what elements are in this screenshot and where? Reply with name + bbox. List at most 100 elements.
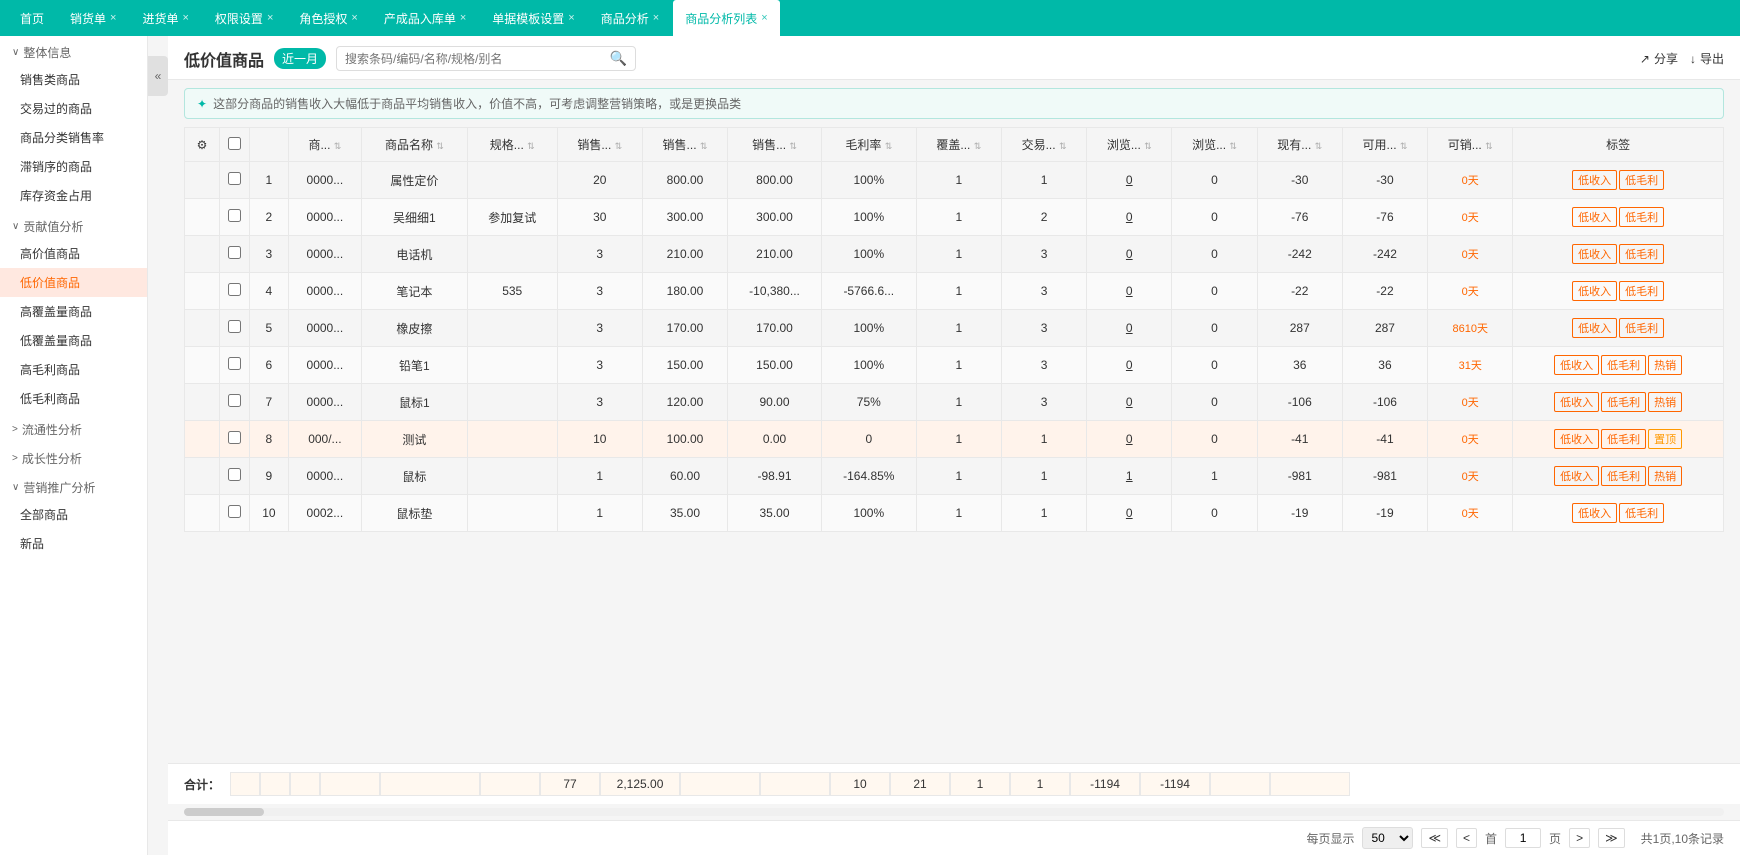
nav-close-purchase[interactable]: ×	[182, 12, 188, 24]
cell-spec	[467, 162, 557, 199]
col-sale-profit[interactable]: 销售... ⇅	[728, 128, 822, 162]
per-page-select[interactable]: 50 100 200	[1362, 827, 1413, 849]
row-checkbox[interactable]	[228, 505, 241, 518]
col-saleable[interactable]: 可销... ⇅	[1428, 128, 1513, 162]
cell-browse1[interactable]: 0	[1087, 384, 1172, 421]
col-spec[interactable]: 规格... ⇅	[467, 128, 557, 162]
nav-close-product[interactable]: ×	[460, 12, 466, 24]
select-all-checkbox[interactable]	[228, 137, 241, 150]
sidebar-group-growth[interactable]: > 成长性分析	[0, 442, 147, 471]
sidebar-item-new-goods[interactable]: 新品	[0, 529, 147, 558]
sidebar-item-sales-goods[interactable]: 销售类商品	[0, 65, 147, 94]
nav-role-auth[interactable]: 角色授权 ×	[287, 0, 369, 36]
col-setting[interactable]: ⚙	[185, 128, 220, 162]
cell-browse1[interactable]: 1	[1087, 458, 1172, 495]
row-checkbox[interactable]	[228, 394, 241, 407]
sidebar-collapse-btn[interactable]: «	[148, 56, 168, 96]
cell-browse1[interactable]: 0	[1087, 162, 1172, 199]
nav-home[interactable]: 首页	[8, 0, 56, 36]
col-coverage[interactable]: 覆盖... ⇅	[916, 128, 1001, 162]
cell-browse1[interactable]: 0	[1087, 236, 1172, 273]
row-checkbox[interactable]	[228, 283, 241, 296]
sidebar-group-circulation[interactable]: > 流通性分析	[0, 413, 147, 442]
cell-browse1[interactable]: 0	[1087, 347, 1172, 384]
search-input[interactable]	[345, 52, 606, 66]
col-current-stock[interactable]: 现有... ⇅	[1257, 128, 1342, 162]
nav-sales-order[interactable]: 销货单 ×	[58, 0, 128, 36]
browse1-link[interactable]: 0	[1126, 432, 1133, 446]
browse1-link[interactable]: 0	[1126, 395, 1133, 409]
sidebar-item-all-goods[interactable]: 全部商品	[0, 500, 147, 529]
cell-name: 橡皮擦	[361, 310, 467, 347]
col-browse2[interactable]: 浏览... ⇅	[1172, 128, 1257, 162]
cell-browse1[interactable]: 0	[1087, 495, 1172, 532]
sidebar-group-contribution[interactable]: ∨ 贡献值分析	[0, 210, 147, 239]
cell-coverage: 1	[916, 421, 1001, 458]
col-name[interactable]: 商品名称 ⇅	[361, 128, 467, 162]
browse1-link[interactable]: 0	[1126, 506, 1133, 520]
cell-tags: 低收入低毛利	[1513, 273, 1724, 310]
col-margin-rate[interactable]: 毛利率 ⇅	[821, 128, 916, 162]
row-checkbox[interactable]	[228, 468, 241, 481]
col-sale-amount[interactable]: 销售... ⇅	[642, 128, 727, 162]
nav-product-storage[interactable]: 产成品入库单 ×	[372, 0, 478, 36]
nav-close-permission[interactable]: ×	[267, 12, 273, 24]
row-checkbox[interactable]	[228, 246, 241, 259]
col-sale-qty[interactable]: 销售... ⇅	[557, 128, 642, 162]
col-trade[interactable]: 交易... ⇅	[1001, 128, 1086, 162]
nav-template[interactable]: 单据模板设置 ×	[480, 0, 586, 36]
nav-close-goods-analysis[interactable]: ×	[653, 12, 659, 24]
row-checkbox[interactable]	[228, 209, 241, 222]
sidebar-item-high-margin[interactable]: 高毛利商品	[0, 355, 147, 384]
nav-close-goods-list[interactable]: ×	[761, 12, 767, 24]
cell-browse1[interactable]: 0	[1087, 310, 1172, 347]
col-browse1[interactable]: 浏览... ⇅	[1087, 128, 1172, 162]
row-checkbox[interactable]	[228, 172, 241, 185]
nav-close-template[interactable]: ×	[568, 12, 574, 24]
sidebar-item-slow-goods[interactable]: 滞销序的商品	[0, 152, 147, 181]
row-checkbox[interactable]	[228, 320, 241, 333]
col-available[interactable]: 可用... ⇅	[1342, 128, 1427, 162]
browse1-link[interactable]: 0	[1126, 284, 1133, 298]
sidebar-group-overall[interactable]: ∨ 整体信息	[0, 36, 147, 65]
page-input[interactable]	[1505, 828, 1541, 848]
row-checkbox[interactable]	[228, 431, 241, 444]
search-icon[interactable]: 🔍	[610, 50, 627, 67]
export-button[interactable]: ↓ 导出	[1690, 50, 1724, 67]
nav-close-role[interactable]: ×	[351, 12, 357, 24]
page-prev-btn[interactable]: <	[1456, 828, 1477, 848]
browse1-link[interactable]: 0	[1126, 321, 1133, 335]
cell-browse1[interactable]: 0	[1087, 199, 1172, 236]
browse1-link[interactable]: 0	[1126, 247, 1133, 261]
sidebar-item-high-coverage[interactable]: 高覆盖量商品	[0, 297, 147, 326]
page-last-btn[interactable]: ≫	[1598, 828, 1625, 848]
sidebar-item-inventory-capital[interactable]: 库存资金占用	[0, 181, 147, 210]
nav-close-sales[interactable]: ×	[110, 12, 116, 24]
sidebar-item-low-margin[interactable]: 低毛利商品	[0, 384, 147, 413]
sidebar-item-high-value[interactable]: 高价值商品	[0, 239, 147, 268]
browse1-link[interactable]: 0	[1126, 358, 1133, 372]
page-first-btn[interactable]: ≪	[1421, 828, 1448, 848]
sidebar-item-low-coverage[interactable]: 低覆盖量商品	[0, 326, 147, 355]
browse1-link[interactable]: 1	[1126, 469, 1133, 483]
page-next-btn[interactable]: >	[1569, 828, 1590, 848]
scrollbar-track[interactable]	[184, 808, 1724, 816]
nav-goods-analysis-list[interactable]: 商品分析列表 ×	[673, 0, 779, 36]
share-button[interactable]: ↗ 分享	[1640, 50, 1678, 67]
scrollbar-thumb[interactable]	[184, 808, 264, 816]
cell-browse1[interactable]: 0	[1087, 273, 1172, 310]
nav-goods-analysis[interactable]: 商品分析 ×	[589, 0, 671, 36]
sidebar-group-marketing[interactable]: ∨ 营销推广分析	[0, 471, 147, 500]
nav-purchase-order[interactable]: 进货单 ×	[130, 0, 200, 36]
sidebar-item-category-rate[interactable]: 商品分类销售率	[0, 123, 147, 152]
col-code[interactable]: 商... ⇅	[288, 128, 361, 162]
sidebar-item-traded-goods[interactable]: 交易过的商品	[0, 94, 147, 123]
time-badge[interactable]: 近一月	[274, 48, 326, 69]
total-saleable	[1210, 772, 1270, 796]
row-checkbox[interactable]	[228, 357, 241, 370]
cell-browse1[interactable]: 0	[1087, 421, 1172, 458]
browse1-link[interactable]: 0	[1126, 173, 1133, 187]
browse1-link[interactable]: 0	[1126, 210, 1133, 224]
nav-permission[interactable]: 权限设置 ×	[203, 0, 285, 36]
sidebar-item-low-value[interactable]: 低价值商品	[0, 268, 147, 297]
